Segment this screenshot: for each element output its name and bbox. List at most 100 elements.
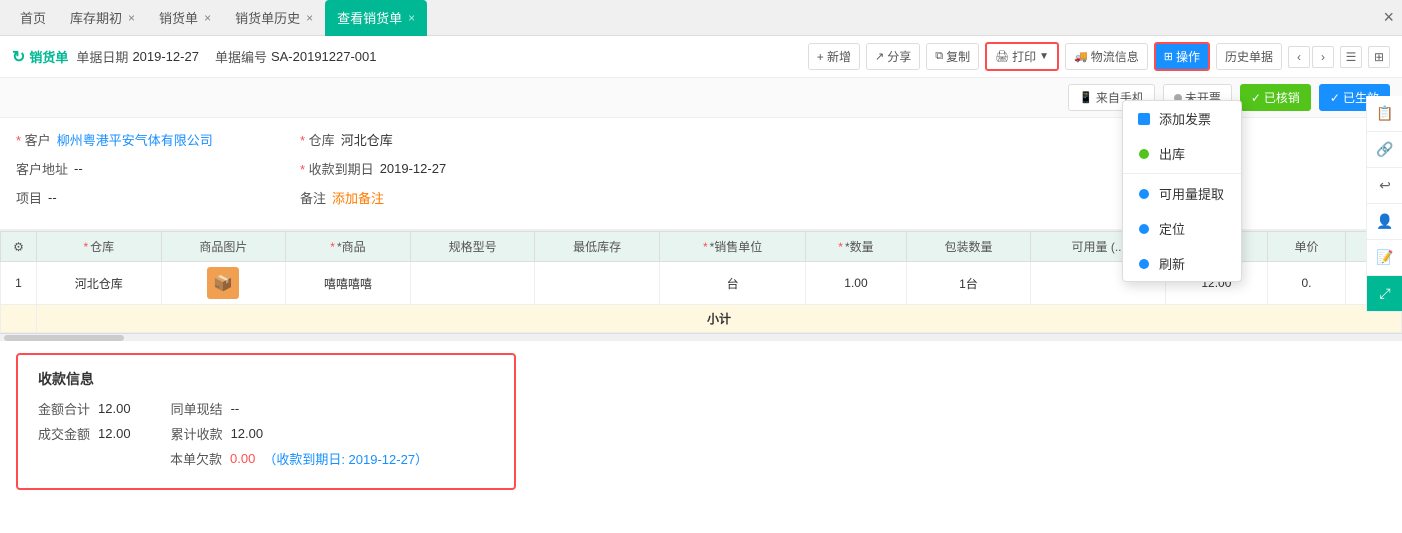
customer-value[interactable]: 柳州粤港平安气体有限公司 [57, 130, 213, 149]
prev-button[interactable]: ‹ [1288, 46, 1310, 68]
same-order-label: 同单现结 [171, 399, 223, 418]
print-dropdown-arrow[interactable]: ▼ [1039, 51, 1049, 62]
side-expand-button[interactable]: ⤢ [1367, 276, 1402, 312]
warehouse-field: 仓库 河北仓库 [300, 130, 560, 149]
payment-date-value: 2019-12-27 [380, 161, 447, 176]
col-settings: ⚙ [1, 232, 37, 262]
doc-date-field: 单据日期 2019-12-27 [76, 47, 199, 66]
warehouse-value: 河北仓库 [341, 130, 393, 149]
due-value: 0.00 [230, 451, 255, 466]
subtotal-label-cell [1, 305, 37, 333]
tab-view-sales-close[interactable]: × [408, 11, 415, 25]
cell-seq: 1 [1, 262, 37, 305]
total-value: 12.00 [98, 401, 131, 416]
confirm-button[interactable]: ✓ 已核销 [1240, 84, 1311, 111]
window-close-button[interactable]: × [1383, 7, 1394, 28]
payment-section: 收款信息 金额合计 12.00 同单现结 -- 成交金额 12.00 [0, 341, 1402, 502]
print-button[interactable]: 🖨 打印 ▼ [985, 42, 1059, 71]
tab-sales-history[interactable]: 销货单历史 × [223, 0, 325, 36]
side-link-button[interactable]: 🔗 [1367, 132, 1402, 168]
deal-label: 成交金额 [38, 424, 90, 443]
side-toolbar: 📋 🔗 ↩ 👤 📝 ⤢ [1366, 96, 1402, 312]
tab-sales[interactable]: 销货单 × [147, 0, 223, 36]
address-field: 客户地址 -- [16, 159, 276, 178]
history-button[interactable]: 历史单据 [1216, 43, 1282, 70]
doc-actions: + 新增 ↗ 分享 ⧉ 复制 🖨 打印 ▼ 🚚 物流信息 [808, 42, 1390, 71]
same-order-value: -- [231, 401, 240, 416]
cell-pack-qty: 1台 [906, 262, 1031, 305]
accumulated-label: 累计收款 [171, 424, 223, 443]
copy-button[interactable]: ⧉ 复制 [926, 43, 979, 70]
add-invoice-icon [1137, 112, 1151, 126]
due-label: 本单欠款 [170, 449, 222, 468]
note-field: 备注 添加备注 [300, 188, 560, 207]
project-field: 项目 -- [16, 188, 276, 207]
dropdown-divider-1 [1123, 173, 1241, 174]
side-note-button[interactable]: 📝 [1367, 240, 1402, 276]
side-user-button[interactable]: 👤 [1367, 204, 1402, 240]
dropdown-available-qty[interactable]: 可用量提取 [1123, 176, 1241, 211]
payment-title: 收款信息 [38, 369, 494, 389]
due-item: 本单欠款 0.00 （收款到期日: 2019-12-27） [170, 449, 428, 468]
dropdown-refresh[interactable]: 刷新 [1123, 246, 1241, 281]
same-order-item: 同单现结 -- [171, 399, 240, 418]
total-label: 金额合计 [38, 399, 90, 418]
tab-inventory-close[interactable]: × [128, 11, 135, 25]
col-pack-qty: 包装数量 [906, 232, 1031, 262]
tab-home[interactable]: 首页 [8, 0, 58, 36]
cell-image: 📦 [161, 262, 286, 305]
doc-meta: 单据日期 2019-12-27 单据编号 SA-20191227-001 [76, 47, 799, 66]
locate-icon [1137, 222, 1151, 236]
payment-row-2: 成交金额 12.00 累计收款 12.00 [38, 424, 494, 443]
due-note: （收款到期日: 2019-12-27） [263, 449, 428, 468]
scrollbar-thumb[interactable] [4, 335, 124, 341]
payment-box: 收款信息 金额合计 12.00 同单现结 -- 成交金额 12.00 [16, 353, 516, 490]
warehouse-label: 仓库 [300, 130, 335, 149]
outbound-icon [1137, 147, 1151, 161]
payment-date-field: 收款到期日 2019-12-27 [300, 159, 560, 178]
project-label: 项目 [16, 188, 42, 207]
dropdown-add-invoice[interactable]: 添加发票 [1123, 101, 1241, 136]
tab-view-sales[interactable]: 查看销货单 × [325, 0, 427, 36]
cell-warehouse: 河北仓库 [37, 262, 162, 305]
share-button[interactable]: ↗ 分享 [866, 43, 920, 70]
payment-date-label: 收款到期日 [300, 159, 374, 178]
customer-label: 客户 [16, 130, 51, 149]
doc-toolbar: ↻ 销货单 单据日期 2019-12-27 单据编号 SA-20191227-0… [0, 36, 1402, 78]
horizontal-scrollbar[interactable] [0, 333, 1402, 341]
tab-inventory[interactable]: 库存期初 × [58, 0, 147, 36]
doc-title: ↻ 销货单 [12, 47, 68, 67]
available-qty-icon [1137, 187, 1151, 201]
next-button[interactable]: › [1312, 46, 1334, 68]
payment-row-3: 本单欠款 0.00 （收款到期日: 2019-12-27） [38, 449, 494, 468]
tab-sales-history-close[interactable]: × [306, 11, 313, 25]
address-label: 客户地址 [16, 159, 68, 178]
col-product: *商品 [286, 232, 411, 262]
dropdown-locate[interactable]: 定位 [1123, 211, 1241, 246]
refresh-icon [1137, 257, 1151, 271]
tab-sales-close[interactable]: × [204, 11, 211, 25]
deal-item: 成交金额 12.00 [38, 424, 131, 443]
logistics-button[interactable]: 🚚 物流信息 [1065, 43, 1148, 70]
tab-bar: 首页 库存期初 × 销货单 × 销货单历史 × 查看销货单 × × [0, 0, 1402, 36]
side-return-button[interactable]: ↩ [1367, 168, 1402, 204]
doc-number-field: 单据编号 SA-20191227-001 [215, 47, 377, 66]
new-button[interactable]: + 新增 [808, 43, 860, 70]
operate-button[interactable]: ⊞ 操作 [1154, 42, 1210, 71]
dropdown-outbound[interactable]: 出库 [1123, 136, 1241, 171]
side-doc-button[interactable]: 📋 [1367, 96, 1402, 132]
grid-view-button[interactable]: ⊞ [1368, 46, 1390, 68]
col-price: 单价 [1267, 232, 1346, 262]
deal-value: 12.00 [98, 426, 131, 441]
col-warehouse: 仓库 [37, 232, 162, 262]
col-image: 商品图片 [161, 232, 286, 262]
list-view-button[interactable]: ☰ [1340, 46, 1362, 68]
col-spec: 规格型号 [410, 232, 535, 262]
cell-qty: 1.00 [806, 262, 906, 305]
cell-spec [410, 262, 535, 305]
add-note-button[interactable]: 添加备注 [332, 188, 384, 207]
total-item: 金额合计 12.00 [38, 399, 131, 418]
cell-unit: 台 [659, 262, 805, 305]
payment-row-1: 金额合计 12.00 同单现结 -- [38, 399, 494, 418]
dropdown-menu: 添加发票 出库 可用量提取 定位 刷新 [1122, 100, 1242, 282]
